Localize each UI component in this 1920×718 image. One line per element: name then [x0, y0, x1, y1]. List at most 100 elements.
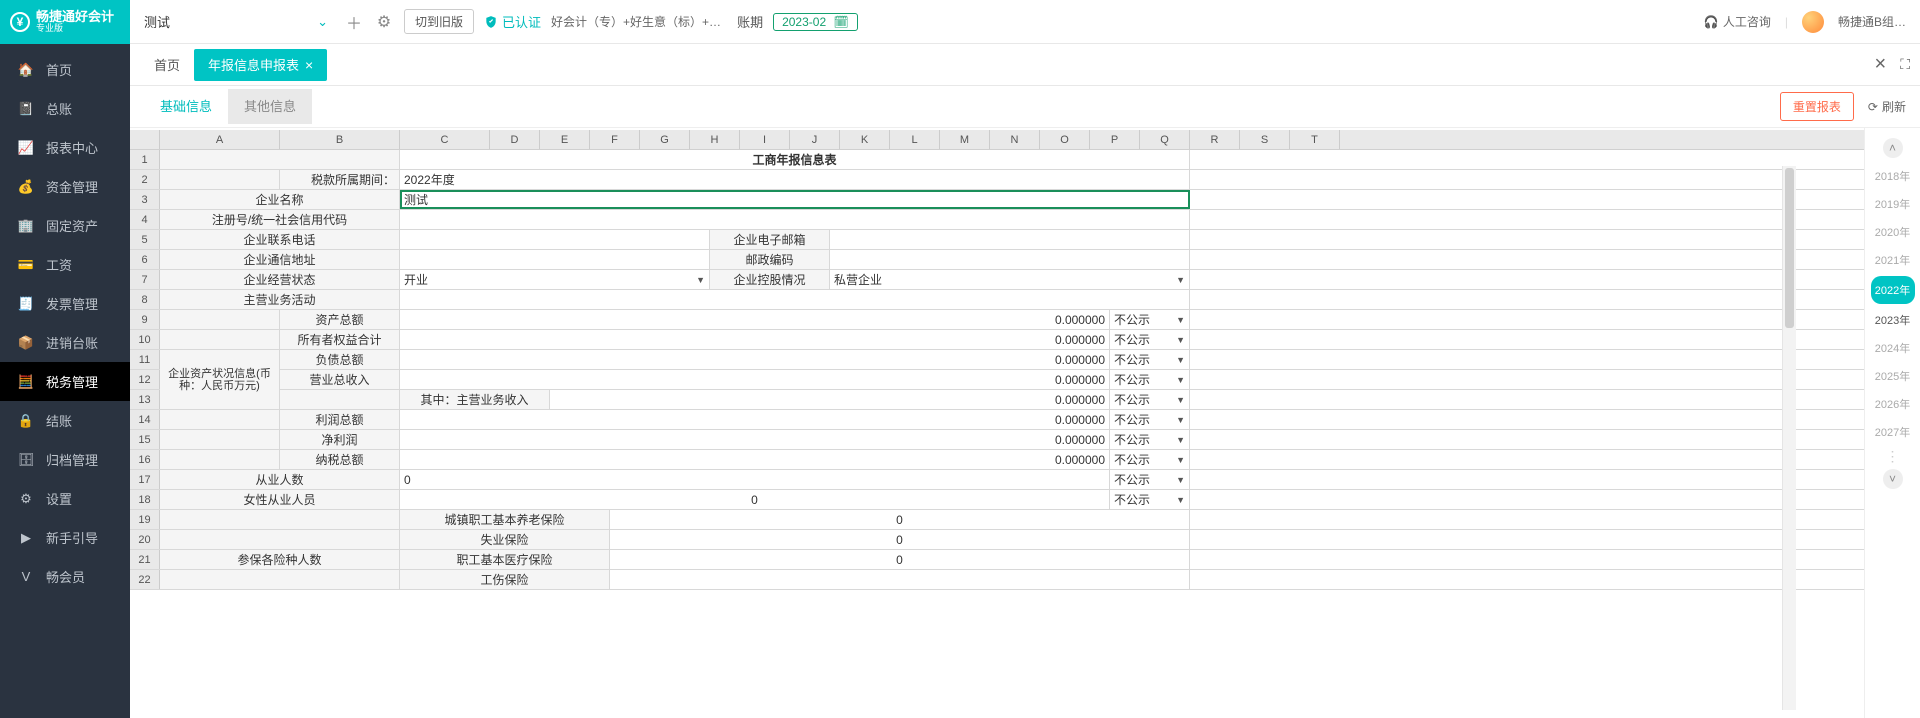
publish-select[interactable]: 不公示▼: [1110, 470, 1190, 489]
row-number[interactable]: 3: [130, 190, 160, 209]
sidebar-item-ledger[interactable]: 📓总账: [0, 89, 130, 128]
year-item[interactable]: 2018年: [1871, 162, 1915, 190]
sidebar-item-asset[interactable]: 🏢固定资产: [0, 206, 130, 245]
col-header-O[interactable]: O: [1040, 130, 1090, 149]
row-number[interactable]: 19: [130, 510, 160, 529]
col-header-Q[interactable]: Q: [1140, 130, 1190, 149]
row-number[interactable]: 22: [130, 570, 160, 589]
col-header-G[interactable]: G: [640, 130, 690, 149]
year-item[interactable]: 2023年: [1871, 306, 1915, 334]
col-header-P[interactable]: P: [1090, 130, 1140, 149]
year-item[interactable]: 2025年: [1871, 362, 1915, 390]
year-item[interactable]: 2021年: [1871, 246, 1915, 274]
support-link[interactable]: 🎧 人工咨询: [1704, 13, 1771, 30]
avatar[interactable]: [1802, 11, 1824, 33]
col-header-S[interactable]: S: [1240, 130, 1290, 149]
asset-value[interactable]: 0.000000: [400, 410, 1110, 429]
year-item[interactable]: 2024年: [1871, 334, 1915, 362]
asset-value[interactable]: 0.000000: [400, 370, 1110, 389]
sidebar-item-archive[interactable]: 🗄归档管理: [0, 440, 130, 479]
tab-1[interactable]: 年报信息申报表×: [194, 49, 327, 81]
col-header-D[interactable]: D: [490, 130, 540, 149]
sidebar-item-inout[interactable]: 📦进销台账: [0, 323, 130, 362]
addr-input[interactable]: [400, 250, 710, 269]
select-all-corner[interactable]: [130, 130, 160, 149]
close-icon[interactable]: ×: [305, 57, 313, 73]
row-number[interactable]: 18: [130, 490, 160, 509]
row-number[interactable]: 20: [130, 530, 160, 549]
col-header-E[interactable]: E: [540, 130, 590, 149]
sidebar-item-chart[interactable]: 📈报表中心: [0, 128, 130, 167]
asset-value[interactable]: 0.000000: [400, 310, 1110, 329]
emp-count-value[interactable]: 0: [400, 470, 1110, 489]
col-header-F[interactable]: F: [590, 130, 640, 149]
postcode-input[interactable]: [830, 250, 1190, 269]
holding-select[interactable]: 私营企业▼: [830, 270, 1190, 289]
company-name-input[interactable]: 测试: [400, 190, 1190, 209]
inner-tab-1[interactable]: 其他信息: [228, 89, 312, 124]
insurance-value[interactable]: [610, 570, 1190, 589]
row-number[interactable]: 14: [130, 410, 160, 429]
asset-value[interactable]: 0.000000: [400, 330, 1110, 349]
sidebar-item-close[interactable]: 🔒结账: [0, 401, 130, 440]
row-number[interactable]: 10: [130, 330, 160, 349]
sidebar-item-fund[interactable]: 💰资金管理: [0, 167, 130, 206]
reg-code-input[interactable]: [400, 210, 1190, 229]
publish-select[interactable]: 不公示▼: [1110, 310, 1190, 329]
year-item[interactable]: 2027年: [1871, 418, 1915, 446]
sidebar-item-home[interactable]: 🏠首页: [0, 50, 130, 89]
insurance-value[interactable]: 0: [610, 550, 1190, 569]
row-number[interactable]: 1: [130, 150, 160, 169]
row-number[interactable]: 8: [130, 290, 160, 309]
year-item[interactable]: 2026年: [1871, 390, 1915, 418]
tax-period-value[interactable]: 2022年度: [400, 170, 1190, 189]
row-number[interactable]: 9: [130, 310, 160, 329]
refresh-button[interactable]: ⟳ 刷新: [1868, 98, 1906, 115]
fullscreen-icon[interactable]: ⛶: [1900, 56, 1910, 73]
publish-select[interactable]: 不公示▼: [1110, 330, 1190, 349]
row-number[interactable]: 4: [130, 210, 160, 229]
gear-icon[interactable]: ⚙: [374, 12, 394, 32]
publish-select[interactable]: 不公示▼: [1110, 350, 1190, 369]
vertical-scrollbar[interactable]: [1782, 166, 1796, 710]
add-icon[interactable]: ＋: [344, 10, 364, 34]
email-input[interactable]: [830, 230, 1190, 249]
sidebar-item-invoice[interactable]: 🧾发票管理: [0, 284, 130, 323]
col-header-T[interactable]: T: [1290, 130, 1340, 149]
col-header-C[interactable]: C: [400, 130, 490, 149]
biz-status-select[interactable]: 开业▼: [400, 270, 710, 289]
col-header-M[interactable]: M: [940, 130, 990, 149]
tab-0[interactable]: 首页: [140, 49, 194, 81]
asset-value[interactable]: 0.000000: [400, 350, 1110, 369]
publish-select[interactable]: 不公示▼: [1110, 450, 1190, 469]
sidebar-item-vip[interactable]: V畅会员: [0, 557, 130, 596]
sidebar-item-salary[interactable]: 💳工资: [0, 245, 130, 284]
row-number[interactable]: 16: [130, 450, 160, 469]
col-header-L[interactable]: L: [890, 130, 940, 149]
year-item-active[interactable]: 2022年: [1871, 276, 1915, 304]
col-header-A[interactable]: A: [160, 130, 280, 149]
row-number[interactable]: 11: [130, 350, 160, 369]
asset-value[interactable]: 0.000000: [550, 390, 1110, 409]
publish-select[interactable]: 不公示▼: [1110, 410, 1190, 429]
sidebar-item-tax[interactable]: 🧮税务管理: [0, 362, 130, 401]
spreadsheet[interactable]: ABCDEFGHIJKLMNOPQRST 1工商年报信息表2税款所属期间：202…: [130, 128, 1864, 718]
reset-button[interactable]: 重置报表: [1780, 92, 1854, 121]
col-header-H[interactable]: H: [690, 130, 740, 149]
year-item[interactable]: 2019年: [1871, 190, 1915, 218]
publish-select[interactable]: 不公示▼: [1110, 490, 1190, 509]
year-down-icon[interactable]: ˅: [1883, 469, 1903, 489]
close-all-icon[interactable]: ×: [1875, 53, 1887, 76]
row-number[interactable]: 5: [130, 230, 160, 249]
scrollbar-thumb[interactable]: [1785, 168, 1794, 328]
row-number[interactable]: 12: [130, 370, 160, 389]
asset-value[interactable]: 0.000000: [400, 450, 1110, 469]
period-value[interactable]: 2023-02 🗓: [773, 13, 858, 31]
year-up-icon[interactable]: ˄: [1883, 138, 1903, 158]
publish-select[interactable]: 不公示▼: [1110, 430, 1190, 449]
publish-select[interactable]: 不公示▼: [1110, 370, 1190, 389]
sidebar-item-gear[interactable]: ⚙设置: [0, 479, 130, 518]
col-header-R[interactable]: R: [1190, 130, 1240, 149]
row-number[interactable]: 2: [130, 170, 160, 189]
year-item[interactable]: 2020年: [1871, 218, 1915, 246]
